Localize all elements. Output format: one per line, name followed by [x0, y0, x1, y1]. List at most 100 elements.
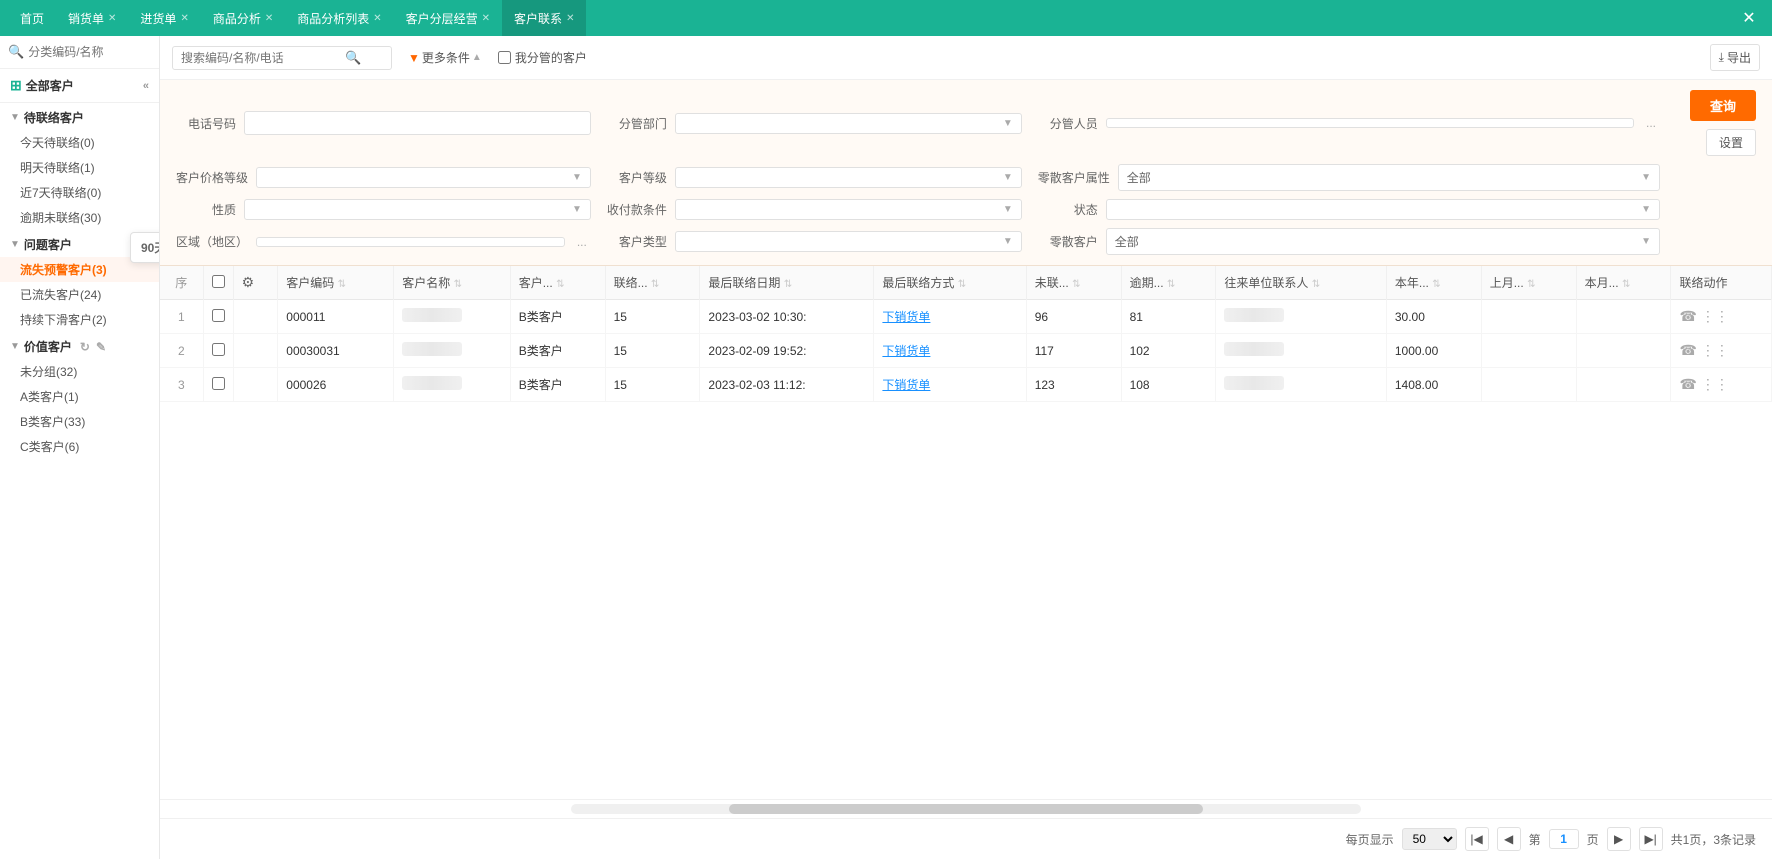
th-this-month[interactable]: 本月... ⇅	[1576, 266, 1671, 300]
nav-item-customer-contact[interactable]: 客户联系 ✕	[502, 0, 586, 36]
cell-checkbox-2[interactable]	[203, 368, 233, 402]
th-checkbox[interactable]	[203, 266, 233, 300]
sidebar-item-class-c[interactable]: C类客户(6)	[0, 434, 159, 459]
th-last-month[interactable]: 上月... ⇅	[1481, 266, 1576, 300]
th-contact-count[interactable]: 联络... ⇅	[605, 266, 700, 300]
table-scroll-bar[interactable]	[160, 799, 1772, 818]
row-checkbox-1[interactable]	[212, 343, 225, 356]
th-this-year[interactable]: 本年... ⇅	[1386, 266, 1481, 300]
query-button[interactable]: 查询	[1690, 90, 1756, 121]
sidebar-group-value[interactable]: ▼ 价值客户 ↻ ✎	[0, 332, 159, 359]
cell-last-method-2[interactable]: 下销货单	[874, 368, 1026, 402]
more-action-icon-1[interactable]: ⋮⋮	[1701, 342, 1729, 359]
th-not-contacted[interactable]: 未联... ⇅	[1026, 266, 1121, 300]
filter-search-icon[interactable]: 🔍	[345, 50, 361, 66]
contact-action-icon-2[interactable]: ☎	[1679, 376, 1696, 393]
nav-close-product-analysis[interactable]: ✕	[265, 13, 273, 24]
sidebar-search-input[interactable]	[28, 45, 160, 59]
nav-close-sales[interactable]: ✕	[108, 13, 116, 24]
scroll-thumb[interactable]	[729, 804, 1203, 814]
nav-item-customer-segment[interactable]: 客户分层经营 ✕	[394, 0, 502, 36]
settings-button[interactable]: 设置	[1706, 129, 1756, 156]
phone-input[interactable]	[244, 111, 591, 135]
scroll-track[interactable]	[571, 804, 1361, 814]
th-contact-person[interactable]: 往来单位联系人 ⇅	[1216, 266, 1386, 300]
sidebar-collapse-button[interactable]: «	[143, 80, 149, 92]
row-checkbox-0[interactable]	[212, 309, 225, 322]
last-method-link-0[interactable]: 下销货单	[882, 310, 930, 324]
customer-level-select[interactable]: ▼	[675, 167, 1022, 188]
sidebar-group-problem[interactable]: ▼ 问题客户 90天未交易的客户，可能有流失风险。	[0, 230, 159, 257]
th-last-date[interactable]: 最后联络日期 ⇅	[700, 266, 874, 300]
prev-page-button[interactable]: ◀	[1497, 827, 1521, 851]
nav-item-product-list[interactable]: 商品分析列表 ✕	[285, 0, 393, 36]
nav-item-home[interactable]: 首页	[8, 0, 56, 36]
last-method-link-2[interactable]: 下销货单	[882, 378, 930, 392]
filter-more-conditions[interactable]: ▼ 更多条件 ▲	[400, 45, 490, 70]
sidebar-item-churned[interactable]: 已流失客户(24)	[0, 282, 159, 307]
th-last-method[interactable]: 最后联络方式 ⇅	[874, 266, 1026, 300]
nav-close-product-list[interactable]: ✕	[373, 13, 381, 24]
row-checkbox-2[interactable]	[212, 377, 225, 390]
th-customer-type[interactable]: 客户... ⇅	[510, 266, 605, 300]
page-input[interactable]	[1549, 829, 1579, 849]
more-action-icon-2[interactable]: ⋮⋮	[1701, 376, 1729, 393]
nav-product-list-label: 商品分析列表	[297, 10, 369, 27]
select-all-checkbox[interactable]	[212, 275, 225, 288]
cell-last-method-1[interactable]: 下销货单	[874, 334, 1026, 368]
person-select[interactable]	[1106, 118, 1634, 128]
filter-search-input[interactable]	[181, 51, 341, 65]
region-dots[interactable]: ...	[573, 235, 591, 249]
th-overdue[interactable]: 逾期... ⇅	[1121, 266, 1216, 300]
export-button[interactable]: ⤓ 导出	[1710, 44, 1760, 71]
last-page-button[interactable]: ▶|	[1639, 827, 1663, 851]
nav-close-customer-contact[interactable]: ✕	[566, 13, 574, 24]
payment-select[interactable]: ▼	[675, 199, 1022, 220]
table-settings-icon[interactable]: ⚙	[242, 274, 255, 290]
zero-customer-select[interactable]: 全部 ▼	[1106, 228, 1660, 255]
sidebar-item-overdue-contact[interactable]: 逾期未联络(30)	[0, 205, 159, 230]
sidebar-item-declining[interactable]: 持续下滑客户(2)	[0, 307, 159, 332]
sidebar-item-7days-contact[interactable]: 近7天待联络(0)	[0, 180, 159, 205]
sidebar-item-today-contact[interactable]: 今天待联络(0)	[0, 130, 159, 155]
cell-checkbox-0[interactable]	[203, 300, 233, 334]
th-settings[interactable]: ⚙	[233, 266, 278, 300]
table-row: 2 00030031 B类客户 15 2023-02-09 19:52: 下销货…	[160, 334, 1772, 368]
next-page-button[interactable]: ▶	[1607, 827, 1631, 851]
cell-checkbox-1[interactable]	[203, 334, 233, 368]
sidebar-all-customers[interactable]: ⊞ 全部客户 «	[0, 69, 159, 103]
my-customers-checkbox[interactable]	[498, 51, 511, 64]
price-level-select[interactable]: ▼	[256, 167, 591, 188]
last-method-link-1[interactable]: 下销货单	[882, 344, 930, 358]
zero-attr-select[interactable]: 全部 ▼	[1118, 164, 1660, 191]
sidebar-item-tomorrow-contact[interactable]: 明天待联络(1)	[0, 155, 159, 180]
sidebar-item-class-b[interactable]: B类客户(33)	[0, 409, 159, 434]
settings-icon-value[interactable]: ✎	[96, 340, 106, 354]
sidebar-item-class-a[interactable]: A类客户(1)	[0, 384, 159, 409]
dept-select[interactable]: ▼	[675, 113, 1022, 134]
more-dots-1[interactable]: ...	[1642, 116, 1660, 130]
sidebar-item-ungrouped[interactable]: 未分组(32)	[0, 359, 159, 384]
nav-close-purchase[interactable]: ✕	[180, 13, 188, 24]
cell-last-method-0[interactable]: 下销货单	[874, 300, 1026, 334]
edit-icon-value[interactable]: ↻	[80, 340, 90, 354]
th-customer-name[interactable]: 客户名称 ⇅	[394, 266, 510, 300]
nav-item-purchase[interactable]: 进货单 ✕	[128, 0, 200, 36]
window-close-button[interactable]: ✕	[1734, 3, 1764, 33]
region-select[interactable]	[256, 237, 565, 247]
nav-item-product-analysis[interactable]: 商品分析 ✕	[201, 0, 285, 36]
nature-select[interactable]: ▼	[244, 199, 591, 220]
nav-close-customer-segment[interactable]: ✕	[482, 13, 490, 24]
th-customer-code[interactable]: 客户编码 ⇅	[278, 266, 394, 300]
first-page-button[interactable]: |◀	[1465, 827, 1489, 851]
customer-type-select[interactable]: ▼	[675, 231, 1022, 252]
contact-action-icon-1[interactable]: ☎	[1679, 342, 1696, 359]
sidebar-group-pending[interactable]: ▼ 待联络客户	[0, 103, 159, 130]
per-page-select[interactable]: 50 100 200	[1402, 828, 1457, 850]
more-action-icon-0[interactable]: ⋮⋮	[1701, 308, 1729, 325]
sidebar-search-icon[interactable]: 🔍	[8, 44, 24, 60]
nav-item-sales[interactable]: 销货单 ✕	[56, 0, 128, 36]
contact-action-icon-0[interactable]: ☎	[1679, 308, 1696, 325]
status-select[interactable]: ▼	[1106, 199, 1660, 220]
my-customers-filter[interactable]: 我分管的客户	[498, 49, 587, 66]
